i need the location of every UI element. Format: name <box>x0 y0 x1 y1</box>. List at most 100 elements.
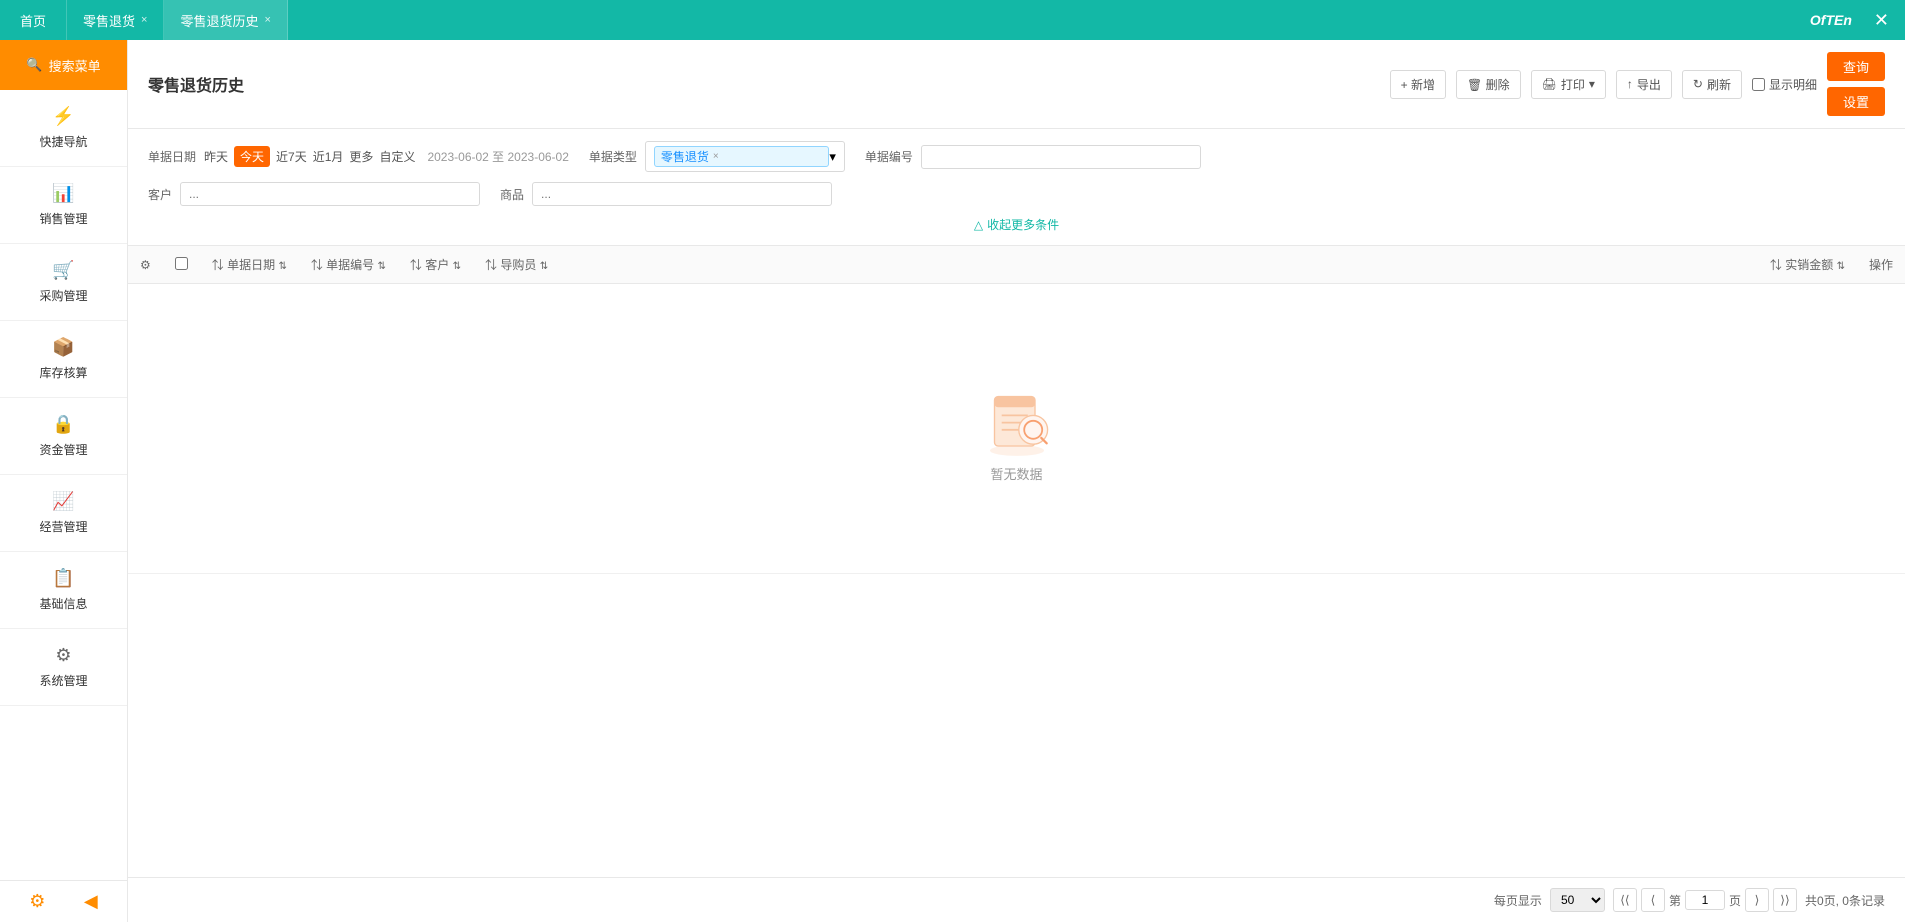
sidebar-item-basic-label: 基础信息 <box>39 595 87 612</box>
table-header: ⚙ ⇅ 单据日期 ⇅ 单据编号 ⇅ 客户 <box>128 246 1905 284</box>
page-size-select[interactable]: 20 50 100 <box>1550 888 1605 912</box>
collapse-sidebar-icon[interactable]: ◀ <box>84 891 98 912</box>
basic-icon: 📋 <box>52 568 74 589</box>
delete-button[interactable]: 🗑 删除 <box>1456 70 1521 99</box>
col-date[interactable]: ⇅ 单据日期 <box>200 246 299 284</box>
sidebar-item-system-label: 系统管理 <box>39 672 87 689</box>
query-button[interactable]: 查询 <box>1827 52 1885 81</box>
refresh-button[interactable]: ↻ 刷新 <box>1682 70 1742 99</box>
number-input[interactable] <box>921 145 1201 169</box>
date-opt-7days[interactable]: 近7天 <box>276 148 307 165</box>
next-page-button[interactable]: ⟩ <box>1745 888 1769 912</box>
search-menu-label: 搜索菜单 <box>49 56 101 75</box>
tab-retail-return-label: 零售退货 <box>83 11 135 30</box>
sidebar-item-finance-label: 资金管理 <box>39 441 87 458</box>
export-icon: ↑ <box>1627 77 1633 91</box>
sidebar-item-operation-label: 经营管理 <box>39 518 87 535</box>
close-window-button[interactable]: ✕ <box>1874 10 1889 31</box>
tab-home[interactable]: 首页 <box>0 0 67 40</box>
print-button[interactable]: 🖨 打印 ▾ <box>1531 70 1606 99</box>
tab-retail-return-history[interactable]: 零售退货历史 × <box>164 0 287 40</box>
date-opt-1month[interactable]: 近1月 <box>313 148 344 165</box>
type-select[interactable]: 零售退货 × ▾ <box>645 141 845 172</box>
sidebar-item-purchase-label: 采购管理 <box>39 287 87 304</box>
customer-label: 客户 <box>148 186 172 203</box>
date-options: 昨天 今天 近7天 近1月 更多 自定义 <box>204 146 415 167</box>
add-button[interactable]: + 新增 <box>1390 70 1446 99</box>
search-icon: 🔍 <box>26 57 42 73</box>
brand-logo: OfTEn <box>1810 12 1852 28</box>
col-number[interactable]: ⇅ 单据编号 <box>299 246 398 284</box>
sidebar-item-basic[interactable]: 📋 基础信息 <box>0 552 127 629</box>
display-detail-input[interactable] <box>1752 78 1765 91</box>
empty-illustration <box>972 374 1062 464</box>
date-opt-today[interactable]: 今天 <box>234 146 270 167</box>
main-layout: 🔍 搜索菜单 ⚡ 快捷导航 📊 销售管理 🛒 采购管理 📦 库存核算 🔒 <box>0 40 1905 922</box>
sidebar-item-inventory-label: 库存核算 <box>39 364 87 381</box>
date-opt-yesterday[interactable]: 昨天 <box>204 148 228 165</box>
page-number-input[interactable] <box>1685 890 1725 910</box>
number-label: 单据编号 <box>865 148 913 165</box>
tab-list: 首页 零售退货 × 零售退货历史 × <box>0 0 1810 40</box>
sidebar-item-system[interactable]: ⚙ 系统管理 <box>0 629 127 706</box>
page-header: 零售退货历史 + 新增 🗑 删除 🖨 打印 ▾ ↑ 导出 ↻ 刷新 <box>128 40 1905 129</box>
display-detail-checkbox[interactable]: 显示明细 <box>1752 76 1817 93</box>
col-amount[interactable]: ⇅ 实销金额 <box>1758 246 1857 284</box>
page-num-label: 第 <box>1669 892 1681 909</box>
col-customer[interactable]: ⇅ 客户 <box>398 246 473 284</box>
col-operation: 操作 <box>1857 246 1905 284</box>
sidebar-item-purchase[interactable]: 🛒 采购管理 <box>0 244 127 321</box>
sidebar: 🔍 搜索菜单 ⚡ 快捷导航 📊 销售管理 🛒 采购管理 📦 库存核算 🔒 <box>0 40 128 922</box>
tab-retail-return-history-close[interactable]: × <box>264 14 270 26</box>
type-tag-close[interactable]: × <box>713 151 719 162</box>
date-opt-custom[interactable]: 自定义 <box>379 148 415 165</box>
col-settings: ⚙ <box>128 246 163 284</box>
tab-retail-return[interactable]: 零售退货 × <box>67 0 164 40</box>
refresh-label: 刷新 <box>1707 76 1731 93</box>
goods-input[interactable] <box>532 182 832 206</box>
first-page-button[interactable]: ⟨⟨ <box>1613 888 1637 912</box>
page-summary: 共0页, 0条记录 <box>1805 892 1885 909</box>
sidebar-item-finance[interactable]: 🔒 资金管理 <box>0 398 127 475</box>
refresh-icon: ↻ <box>1693 77 1703 91</box>
col-date-label: ⇅ 单据日期 <box>212 258 275 272</box>
print-label: 打印 <box>1561 76 1585 93</box>
col-guide[interactable]: ⇅ 导购员 <box>473 246 560 284</box>
sidebar-items: ⚡ 快捷导航 📊 销售管理 🛒 采购管理 📦 库存核算 🔒 资金管理 📈 <box>0 90 127 880</box>
collapse-more-conditions[interactable]: △ 收起更多条件 <box>974 216 1059 233</box>
sidebar-item-quick-nav-label: 快捷导航 <box>39 133 87 150</box>
customer-input[interactable] <box>180 182 480 206</box>
col-number-label: ⇅ 单据编号 <box>311 258 374 272</box>
type-dropdown-icon: ▾ <box>829 149 836 165</box>
settings-gear-icon[interactable]: ⚙ <box>140 258 151 272</box>
col-checkbox <box>163 246 200 284</box>
top-bar: 首页 零售退货 × 零售退货历史 × OfTEn ✕ <box>0 0 1905 40</box>
tab-retail-return-history-label: 零售退货历史 <box>180 11 258 30</box>
header-actions: + 新增 🗑 删除 🖨 打印 ▾ ↑ 导出 ↻ 刷新 显示明细 <box>1390 52 1885 116</box>
filter-goods: 商品 <box>500 182 832 206</box>
print-dropdown-icon: ▾ <box>1589 77 1595 91</box>
sidebar-item-inventory[interactable]: 📦 库存核算 <box>0 321 127 398</box>
select-all-checkbox[interactable] <box>175 257 188 270</box>
export-button[interactable]: ↑ 导出 <box>1616 70 1672 99</box>
sidebar-item-sales[interactable]: 📊 销售管理 <box>0 167 127 244</box>
setting-button[interactable]: 设置 <box>1827 87 1885 116</box>
search-menu-button[interactable]: 🔍 搜索菜单 <box>0 40 127 90</box>
col-customer-label: ⇅ 客户 <box>410 258 449 272</box>
prev-page-button[interactable]: ⟨ <box>1641 888 1665 912</box>
last-page-button[interactable]: ⟩⟩ <box>1773 888 1797 912</box>
tab-retail-return-close[interactable]: × <box>141 14 147 26</box>
sidebar-item-operation[interactable]: 📈 经营管理 <box>0 475 127 552</box>
sidebar-item-quick-nav[interactable]: ⚡ 快捷导航 <box>0 90 127 167</box>
export-label: 导出 <box>1637 76 1661 93</box>
settings-footer-icon[interactable]: ⚙ <box>29 891 45 912</box>
empty-state-cell: 暂无数据 <box>128 284 1905 574</box>
date-label: 单据日期 <box>148 148 196 165</box>
filter-type: 单据类型 零售退货 × ▾ <box>589 141 845 172</box>
empty-text: 暂无数据 <box>990 464 1042 483</box>
empty-state: 暂无数据 <box>140 294 1893 563</box>
date-opt-more[interactable]: 更多 <box>349 148 373 165</box>
col-operation-label: 操作 <box>1869 258 1893 272</box>
filter-row-2: 客户 商品 <box>148 182 1885 206</box>
quick-nav-icon: ⚡ <box>52 106 74 127</box>
